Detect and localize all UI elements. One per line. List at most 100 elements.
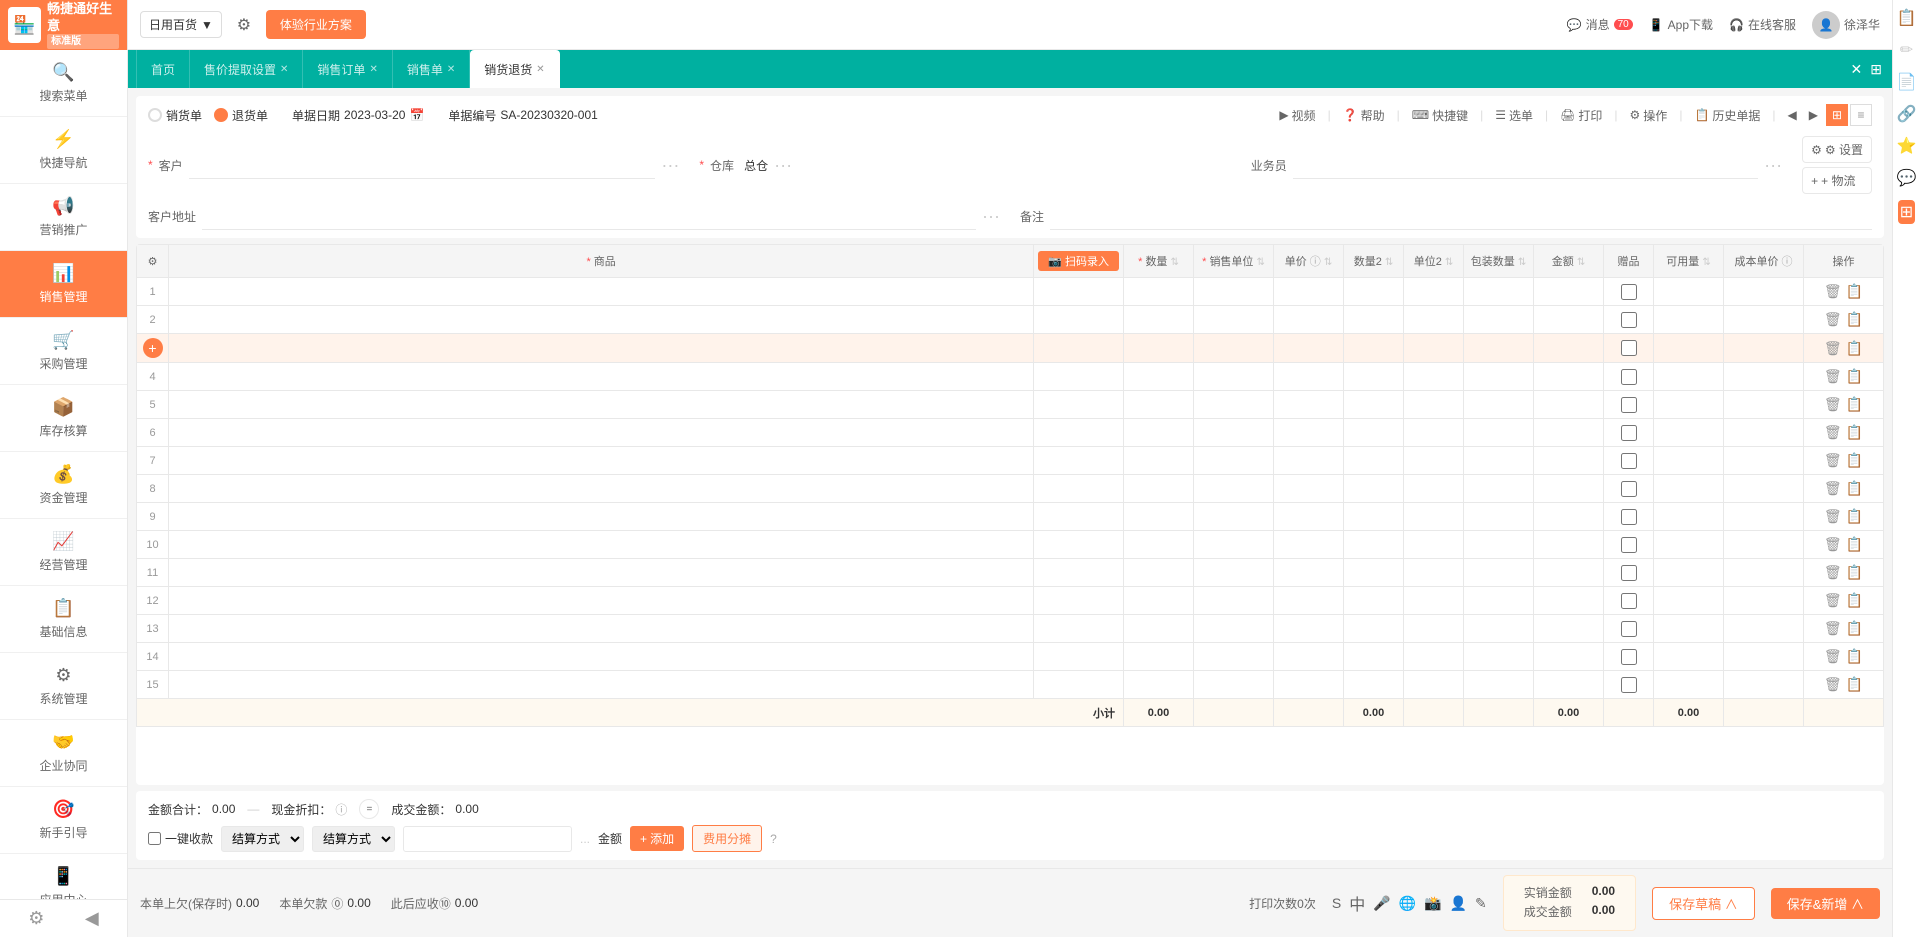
table-gear-icon[interactable]: ⚙	[148, 256, 158, 268]
address-dots[interactable]: ···	[982, 207, 1000, 225]
calendar-icon[interactable]: 📅	[409, 108, 424, 122]
sidebar-item-inventory[interactable]: 📦 库存核算	[0, 385, 127, 452]
copy-row-icon[interactable]: 📋	[1846, 311, 1863, 328]
sidebar-item-apps[interactable]: 📱 应用中心	[0, 854, 127, 899]
tab-delivery-close-icon[interactable]: ✕	[447, 64, 455, 75]
row-unit2-cell[interactable]	[1404, 306, 1464, 334]
delete-row-icon[interactable]: 🗑	[1824, 536, 1842, 553]
row-cost-cell[interactable]	[1724, 334, 1804, 363]
toolbar-shortcuts[interactable]: ⌨ 快捷键	[1412, 107, 1468, 124]
sidebar-item-finance[interactable]: 💰 资金管理	[0, 452, 127, 519]
row-qty2-cell[interactable]	[1344, 278, 1404, 306]
bottom-icon-7[interactable]: ✎	[1475, 895, 1487, 912]
address-input[interactable]	[202, 202, 976, 230]
sidebar-item-search[interactable]: 🔍 搜索菜单	[0, 50, 127, 117]
row-qty2-cell[interactable]	[1344, 306, 1404, 334]
delete-row-icon[interactable]: 🗑	[1824, 311, 1842, 328]
copy-row-icon[interactable]: 📋	[1846, 564, 1863, 581]
toolbar-operate[interactable]: ⚙ 操作	[1630, 107, 1668, 124]
sidebar-item-sales[interactable]: 📊 销售管理	[0, 251, 127, 318]
logistics-button[interactable]: + + 物流	[1802, 167, 1872, 194]
gift-checkbox[interactable]	[1621, 509, 1637, 525]
toolbar-video[interactable]: ▶ 视频	[1279, 107, 1315, 124]
customer-input[interactable]	[189, 151, 656, 179]
warehouse-dots[interactable]: ···	[774, 156, 792, 174]
toolbar-help[interactable]: ❓ 帮助	[1343, 107, 1385, 124]
row-pack-cell[interactable]	[1464, 278, 1534, 306]
row-available-cell[interactable]	[1654, 306, 1724, 334]
row-pack-cell[interactable]	[1464, 306, 1534, 334]
product-input-active[interactable]	[173, 342, 1029, 354]
row-product-cell[interactable]	[169, 306, 1034, 334]
sidebar-collapse-icon[interactable]: ◀	[85, 908, 99, 929]
gift-checkbox[interactable]	[1621, 649, 1637, 665]
delete-row-icon[interactable]: 🗑	[1824, 283, 1842, 300]
experience-btn[interactable]: 体验行业方案	[266, 10, 366, 39]
delete-row-icon[interactable]: 🗑	[1824, 396, 1842, 413]
save-new-button[interactable]: 保存&新增 ∧	[1771, 888, 1880, 919]
row-unit2-cell[interactable]	[1404, 278, 1464, 306]
row-qty2-cell[interactable]	[1344, 334, 1404, 363]
gift-checkbox[interactable]	[1621, 340, 1637, 356]
gift-checkbox[interactable]	[1621, 621, 1637, 637]
copy-row-icon[interactable]: 📋	[1846, 536, 1863, 553]
tab-price-setting[interactable]: 售价提取设置 ✕	[190, 50, 303, 88]
gift-checkbox[interactable]	[1621, 453, 1637, 469]
copy-row-icon[interactable]: 📋	[1846, 340, 1863, 357]
copy-row-icon[interactable]: 📋	[1846, 368, 1863, 385]
gift-checkbox[interactable]	[1621, 565, 1637, 581]
row-price-cell[interactable]	[1274, 306, 1344, 334]
save-draft-button[interactable]: 保存草稿 ∧	[1652, 887, 1755, 920]
row-amount-cell[interactable]	[1534, 278, 1604, 306]
add-row-button[interactable]: +	[143, 338, 163, 358]
gift-checkbox[interactable]	[1621, 425, 1637, 441]
gift-checkbox[interactable]	[1621, 481, 1637, 497]
row-product-cell[interactable]	[169, 334, 1034, 363]
right-tool-4[interactable]: 🔗	[1897, 104, 1917, 124]
delete-row-icon[interactable]: 🗑	[1824, 676, 1842, 693]
right-tool-1[interactable]: 📋	[1897, 8, 1917, 28]
grid-view-btn[interactable]: ⊞	[1826, 104, 1848, 126]
tab-sales-order-close-icon[interactable]: ✕	[369, 64, 377, 75]
tab-home[interactable]: 首页	[136, 50, 190, 88]
right-tool-3[interactable]: 📄	[1897, 72, 1917, 92]
bottom-icon-1[interactable]: S	[1332, 895, 1341, 911]
nav-next-icon[interactable]: ▶	[1809, 108, 1818, 122]
topbar-gear-button[interactable]: ⚙	[230, 11, 258, 39]
row-product-cell[interactable]	[169, 278, 1034, 306]
row-available-cell[interactable]	[1654, 334, 1724, 363]
right-tool-6[interactable]: 💬	[1897, 168, 1917, 188]
copy-row-icon[interactable]: 📋	[1846, 508, 1863, 525]
tab-return-close-icon[interactable]: ✕	[536, 64, 544, 75]
remark-input[interactable]	[1050, 202, 1872, 230]
delete-row-icon[interactable]: 🗑	[1824, 452, 1842, 469]
online-service-button[interactable]: 🎧 在线客服	[1729, 16, 1796, 33]
toolbar-history[interactable]: 📋 历史单据	[1694, 107, 1760, 124]
bottom-icon-3[interactable]: 🎤	[1373, 895, 1390, 912]
date-value[interactable]: 2023-03-20	[344, 108, 405, 122]
sidebar-item-system[interactable]: ⚙ 系统管理	[0, 653, 127, 720]
gift-checkbox[interactable]	[1621, 593, 1637, 609]
copy-row-icon[interactable]: 📋	[1846, 452, 1863, 469]
salesperson-input[interactable]	[1293, 151, 1758, 179]
industry-dropdown[interactable]: 日用百货 ▼	[140, 11, 222, 38]
tab-menu-icon[interactable]: ⊞	[1868, 59, 1884, 80]
messages-button[interactable]: 💬 消息 70	[1567, 16, 1633, 33]
fees-split-button[interactable]: 费用分摊	[692, 825, 762, 852]
list-view-btn[interactable]: ≡	[1850, 104, 1872, 126]
row-qty-cell[interactable]	[1124, 334, 1194, 363]
gift-checkbox[interactable]	[1621, 677, 1637, 693]
salesperson-dots[interactable]: ···	[1764, 156, 1782, 174]
row-qty-cell[interactable]	[1124, 306, 1194, 334]
row-amount-cell[interactable]	[1534, 306, 1604, 334]
copy-row-icon[interactable]: 📋	[1846, 283, 1863, 300]
delete-row-icon[interactable]: 🗑	[1824, 508, 1842, 525]
radio-sales-single[interactable]: 销货单	[148, 107, 202, 124]
app-download-button[interactable]: 📱 App下载	[1649, 16, 1713, 33]
tab-sales-delivery[interactable]: 销售单 ✕	[393, 50, 470, 88]
delete-row-icon[interactable]: 🗑	[1824, 648, 1842, 665]
gift-checkbox[interactable]	[1621, 397, 1637, 413]
gift-checkbox[interactable]	[1621, 312, 1637, 328]
row-cost-cell[interactable]	[1724, 278, 1804, 306]
bottom-icon-2[interactable]: 中	[1349, 891, 1365, 915]
